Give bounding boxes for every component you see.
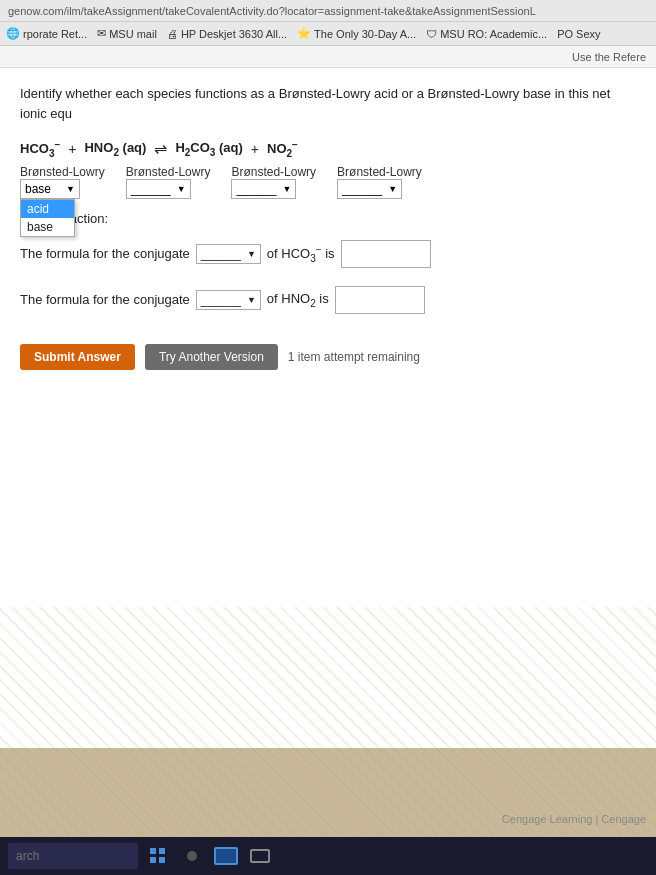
- page-footer: Cengage Learning | Cengage: [502, 813, 646, 825]
- dropdown-arrow-hco3: ▼: [66, 184, 75, 194]
- conjugate-row-2: The formula for the conjugate ______ ▼ o…: [20, 286, 636, 314]
- try-another-button[interactable]: Try Another Version: [145, 344, 278, 370]
- selector-no2[interactable]: ______ ▼: [337, 179, 402, 199]
- dropdown-menu-hco3: acid base: [20, 199, 75, 237]
- utility-text: Use the Refere: [572, 51, 646, 63]
- submit-button[interactable]: Submit Answer: [20, 344, 135, 370]
- bookmark-icon-mail: ✉: [97, 27, 106, 40]
- taskbar-search-input[interactable]: [8, 843, 138, 869]
- dropdown-arrow-hno2: ▼: [177, 184, 186, 194]
- equation-row: HCO3− + HNO2 (aq) ⇌ H2CO3 (aq) + NO2−: [20, 139, 636, 159]
- species-h2co3: H2CO3 (aq): [175, 140, 242, 158]
- conjugate1-answer-box[interactable]: [341, 240, 431, 268]
- conjugate1-of-text: of HCO3− is: [267, 244, 335, 264]
- plus-2: +: [251, 141, 259, 157]
- selector-hno2[interactable]: ______ ▼: [126, 179, 191, 199]
- bookmark-hp[interactable]: 🖨 HP Deskjet 3630 All...: [167, 28, 287, 40]
- browser-url-bar: genow.com/ilm/takeAssignment/takeCovalen…: [0, 0, 656, 22]
- window-icon: [250, 849, 270, 863]
- conjugate2-answer-box[interactable]: [335, 286, 425, 314]
- conjugate2-of-text: of HNO2 is: [267, 291, 329, 309]
- conjugate2-select[interactable]: ______ ▼: [196, 290, 261, 310]
- bookmark-icon-corporate: 🌐: [6, 27, 20, 40]
- bookmark-icon-hp: 🖨: [167, 28, 178, 40]
- url-text: genow.com/ilm/takeAssignment/takeCovalen…: [8, 5, 648, 17]
- bl-label-3: Brønsted-Lowry: [231, 165, 316, 179]
- option-acid[interactable]: acid: [21, 200, 74, 218]
- dropdown-hco3-container: base ▼ acid base: [20, 179, 80, 199]
- bl-label-4: Brønsted-Lowry: [337, 165, 422, 179]
- utility-bar: Use the Refere: [0, 46, 656, 68]
- windows-icon: [150, 848, 166, 864]
- bookmark-msu-ro[interactable]: 🛡 MSU RO: Academic...: [426, 28, 547, 40]
- bookmark-icon-30day: ⭐: [297, 27, 311, 40]
- selector-hco3[interactable]: base ▼: [20, 179, 80, 199]
- search-circle: [187, 851, 197, 861]
- bl-label-1: Brønsted-Lowry: [20, 165, 105, 179]
- bookmark-po[interactable]: PO Sexy: [557, 28, 600, 40]
- conjugate1-select[interactable]: ______ ▼: [196, 244, 261, 264]
- footer-text: Cengage Learning | Cengage: [502, 813, 646, 825]
- conjugate1-arrow: ▼: [247, 249, 256, 259]
- species-hco3: HCO3−: [20, 139, 60, 159]
- browser-icon: [214, 847, 238, 865]
- taskbar-window-icon[interactable]: [246, 842, 274, 870]
- bookmark-msu-mail[interactable]: ✉ MSU mail: [97, 27, 157, 40]
- selector-no2-value: ______: [342, 182, 388, 196]
- selector-row: Brønsted-Lowry base ▼ acid base Brønsted…: [20, 165, 636, 199]
- taskbar: [0, 837, 656, 875]
- dropdown-arrow-no2: ▼: [388, 184, 397, 194]
- taskbar-search-icon[interactable]: [178, 842, 206, 870]
- question-instruction: Identify whether each species functions …: [20, 84, 636, 123]
- bookmark-corporate[interactable]: 🌐 rporate Ret...: [6, 27, 87, 40]
- conjugate2-select-value: ______: [201, 293, 247, 307]
- selector-hco3-value: base: [25, 182, 66, 196]
- conjugate-row-1: The formula for the conjugate ______ ▼ o…: [20, 240, 636, 268]
- background-pattern: [0, 607, 656, 837]
- selector-group-h2co3: Brønsted-Lowry ______ ▼: [231, 165, 319, 199]
- attempt-text: 1 item attempt remaining: [288, 350, 420, 364]
- taskbar-windows-button[interactable]: [144, 842, 172, 870]
- selector-group-no2: Brønsted-Lowry ______ ▼: [337, 165, 425, 199]
- button-row: Submit Answer Try Another Version 1 item…: [20, 344, 636, 370]
- selector-group-hno2: Brønsted-Lowry ______ ▼: [126, 165, 214, 199]
- selector-hno2-value: ______: [131, 182, 177, 196]
- conjugate1-select-value: ______: [201, 247, 247, 261]
- bl-label-2: Brønsted-Lowry: [126, 165, 211, 179]
- dropdown-arrow-h2co3: ▼: [282, 184, 291, 194]
- bookmark-30day[interactable]: ⭐ The Only 30-Day A...: [297, 27, 416, 40]
- selector-h2co3[interactable]: ______ ▼: [231, 179, 296, 199]
- species-no2: NO2−: [267, 139, 298, 159]
- selector-h2co3-value: ______: [236, 182, 282, 196]
- bookmark-icon-msu-ro: 🛡: [426, 28, 437, 40]
- selector-group-hco3: Brønsted-Lowry base ▼ acid base: [20, 165, 108, 199]
- taskbar-browser-icon[interactable]: [212, 842, 240, 870]
- plus-1: +: [68, 141, 76, 157]
- conjugate2-text-before: The formula for the conjugate: [20, 292, 190, 307]
- species-hno2: HNO2 (aq): [84, 140, 146, 158]
- bookmarks-bar: 🌐 rporate Ret... ✉ MSU mail 🖨 HP Deskjet…: [0, 22, 656, 46]
- conjugate1-text-before: The formula for the conjugate: [20, 246, 190, 261]
- conjugate2-arrow: ▼: [247, 295, 256, 305]
- option-base[interactable]: base: [21, 218, 74, 236]
- equilibrium-arrow: ⇌: [154, 139, 167, 158]
- reaction-note: In this reaction:: [20, 211, 636, 226]
